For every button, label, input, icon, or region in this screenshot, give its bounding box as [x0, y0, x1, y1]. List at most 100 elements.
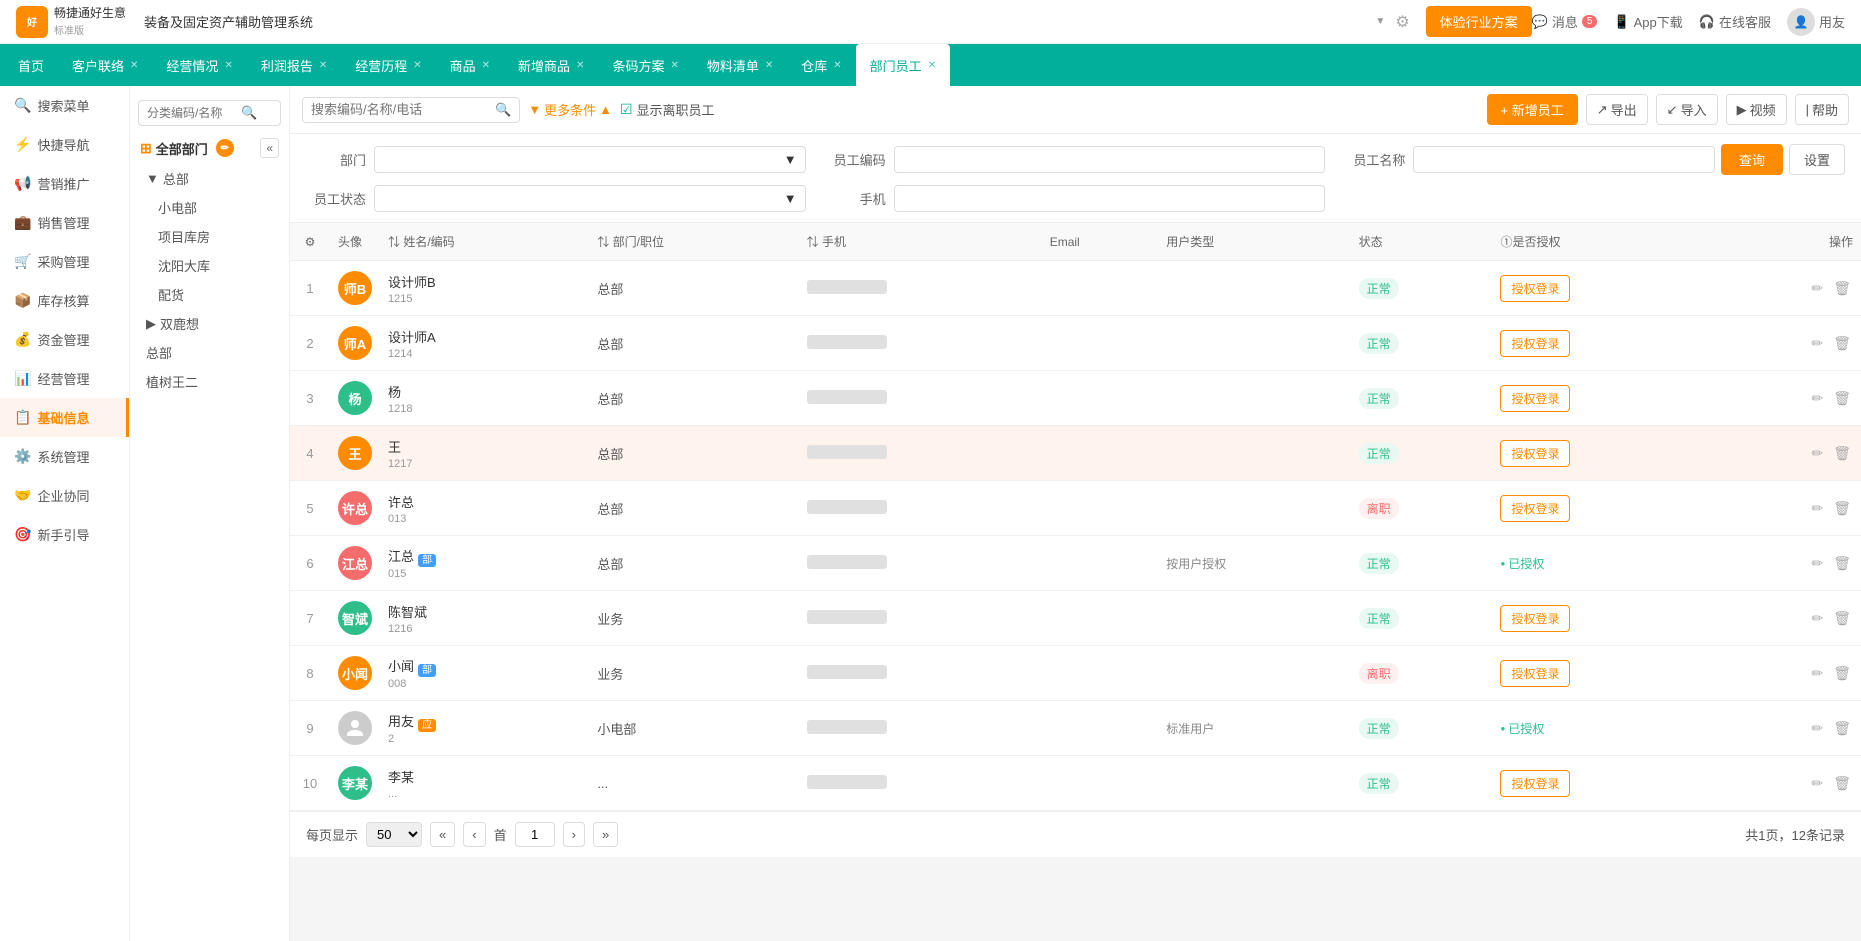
edit-btn[interactable]: ✏ [1809, 278, 1825, 299]
nav-tab-history[interactable]: 经营历程 ✕ [341, 44, 435, 86]
nav-tab-new-goods[interactable]: 新增商品 ✕ [504, 44, 598, 86]
empcode-input[interactable] [894, 146, 1326, 173]
sidebar-item-finance[interactable]: 💰 资金管理 [0, 320, 129, 359]
trial-button[interactable]: 体验行业方案 [1426, 6, 1532, 37]
employee-search-input[interactable] [311, 102, 491, 117]
first-page-btn[interactable]: « [430, 822, 455, 847]
delete-btn[interactable]: 🗑 [1831, 278, 1853, 299]
edit-btn[interactable]: ✏ [1809, 553, 1825, 574]
row-auth[interactable]: 授权登录 [1492, 316, 1710, 371]
auth-login-btn[interactable]: 授权登录 [1500, 385, 1570, 412]
export-btn[interactable]: ↗ 导出 [1586, 94, 1648, 125]
col-phone[interactable]: ⇅ 手机 [799, 223, 1042, 261]
empname-input[interactable] [1413, 146, 1715, 173]
sidebar-item-system[interactable]: ⚙️ 系统管理 [0, 437, 129, 476]
phone-input[interactable] [894, 185, 1326, 212]
show-resign-toggle[interactable]: ☑ 显示离职员工 [620, 100, 715, 119]
close-operation-tab[interactable]: ✕ [224, 60, 232, 71]
auth-login-btn[interactable]: 授权登录 [1500, 495, 1570, 522]
edit-btn[interactable]: ✏ [1809, 608, 1825, 629]
dept-edit-icon[interactable]: ✏ [216, 139, 234, 157]
row-auth[interactable]: 授权登录 [1492, 646, 1710, 701]
nav-tab-goods[interactable]: 商品 ✕ [436, 44, 504, 86]
delete-btn[interactable]: 🗑 [1831, 663, 1853, 684]
edit-btn[interactable]: ✏ [1809, 388, 1825, 409]
close-warehouse-tab[interactable]: ✕ [833, 60, 841, 71]
auth-login-btn[interactable]: 授权登录 [1500, 770, 1570, 797]
row-auth[interactable]: 授权登录 [1492, 481, 1710, 536]
dept-filter-select[interactable]: ▼ [374, 146, 806, 173]
view-btn[interactable]: ▶ 视频 [1726, 94, 1787, 125]
nav-tab-operation[interactable]: 经营情况 ✕ [152, 44, 246, 86]
row-auth[interactable]: 授权登录 [1492, 756, 1710, 811]
status-filter-select[interactable]: ▼ [374, 185, 806, 212]
sidebar-item-inventory[interactable]: 📦 库存核算 [0, 281, 129, 320]
sidebar-item-operation[interactable]: 📊 经营管理 [0, 359, 129, 398]
nav-tab-bom[interactable]: 物料清单 ✕ [693, 44, 787, 86]
nav-tab-employees[interactable]: 部门员工 ✕ [856, 44, 950, 86]
close-employees-tab[interactable]: ✕ [928, 60, 936, 71]
sidebar-item-basic[interactable]: 📋 基础信息 [0, 398, 129, 437]
auth-login-btn[interactable]: 授权登录 [1500, 275, 1570, 302]
settings-gear[interactable]: ⚙ [1395, 12, 1409, 32]
dept-node-zongbu2[interactable]: 总部 [130, 338, 289, 367]
delete-btn[interactable]: 🗑 [1831, 443, 1853, 464]
col-name[interactable]: ⇅ 姓名/编码 [380, 223, 589, 261]
nav-tab-customer[interactable]: 客户联络 ✕ [58, 44, 152, 86]
close-profit-tab[interactable]: ✕ [319, 60, 327, 71]
close-bom-tab[interactable]: ✕ [765, 60, 773, 71]
row-auth[interactable]: 授权登录 [1492, 591, 1710, 646]
close-new-goods-tab[interactable]: ✕ [576, 60, 584, 71]
dept-collapse-btn[interactable]: « [260, 138, 279, 158]
dept-search-icon[interactable]: 🔍 [241, 105, 257, 121]
page-size-select[interactable]: 50 100 [366, 822, 422, 847]
edit-btn[interactable]: ✏ [1809, 443, 1825, 464]
last-page-btn[interactable]: » [593, 822, 618, 847]
message-btn[interactable]: 💬 消息 5 [1532, 12, 1598, 31]
sidebar-item-guide[interactable]: 🎯 新手引导 [0, 515, 129, 554]
auth-login-btn[interactable]: 授权登录 [1500, 660, 1570, 687]
user-btn[interactable]: 👤 用友 [1787, 8, 1845, 36]
page-input[interactable] [515, 822, 555, 847]
row-auth[interactable]: 授权登录 [1492, 261, 1710, 316]
sidebar-item-sales[interactable]: 💼 销售管理 [0, 203, 129, 242]
auth-login-btn[interactable]: 授权登录 [1500, 330, 1570, 357]
row-auth[interactable]: 授权登录 [1492, 426, 1710, 481]
more-filter-btn[interactable]: ▼ 更多条件 ▲ [528, 100, 612, 119]
delete-btn[interactable]: 🗑 [1831, 773, 1853, 794]
dept-node-xiaodian[interactable]: 小电部 [130, 193, 289, 222]
sys-title-dropdown[interactable]: ▼ [1375, 16, 1385, 27]
next-page-btn[interactable]: › [563, 822, 585, 847]
dept-search-input[interactable] [147, 106, 237, 120]
dept-node-shenyang[interactable]: 沈阳大库 [130, 251, 289, 280]
app-download-btn[interactable]: 📱 App下载 [1613, 12, 1682, 31]
delete-btn[interactable]: 🗑 [1831, 498, 1853, 519]
dept-node-project[interactable]: 项目库房 [130, 222, 289, 251]
dept-node-zongbu[interactable]: ▼ 总部 [130, 164, 289, 193]
online-service-btn[interactable]: 🎧 在线客服 [1699, 12, 1771, 31]
edit-btn[interactable]: ✏ [1809, 773, 1825, 794]
prev-page-btn[interactable]: ‹ [463, 822, 485, 847]
delete-btn[interactable]: 🗑 [1831, 553, 1853, 574]
sidebar-item-purchase[interactable]: 🛒 采购管理 [0, 242, 129, 281]
dept-node-peihuo[interactable]: 配货 [130, 280, 289, 309]
sidebar-item-marketing[interactable]: 📢 营销推广 [0, 164, 129, 203]
close-barcode-tab[interactable]: ✕ [670, 60, 678, 71]
dept-node-shuanglu[interactable]: ▶ 双鹿想 [130, 309, 289, 338]
dept-all-label[interactable]: 全部部门 [156, 139, 208, 158]
delete-btn[interactable]: 🗑 [1831, 608, 1853, 629]
set-btn[interactable]: 设置 [1789, 144, 1845, 175]
nav-tab-home[interactable]: 首页 [4, 44, 58, 86]
edit-btn[interactable]: ✏ [1809, 333, 1825, 354]
add-employee-btn[interactable]: + 新增员工 [1487, 94, 1578, 125]
delete-btn[interactable]: 🗑 [1831, 333, 1853, 354]
dept-node-zhishu[interactable]: 植树王二 [130, 367, 289, 396]
close-goods-tab[interactable]: ✕ [482, 60, 490, 71]
auth-login-btn[interactable]: 授权登录 [1500, 605, 1570, 632]
nav-tab-profit[interactable]: 利润报告 ✕ [247, 44, 341, 86]
employee-search-icon[interactable]: 🔍 [495, 102, 511, 118]
delete-btn[interactable]: 🗑 [1831, 718, 1853, 739]
close-customer-tab[interactable]: ✕ [130, 60, 138, 71]
sidebar-item-quick[interactable]: ⚡ 快捷导航 [0, 125, 129, 164]
help-btn[interactable]: | 帮助 [1795, 94, 1849, 125]
